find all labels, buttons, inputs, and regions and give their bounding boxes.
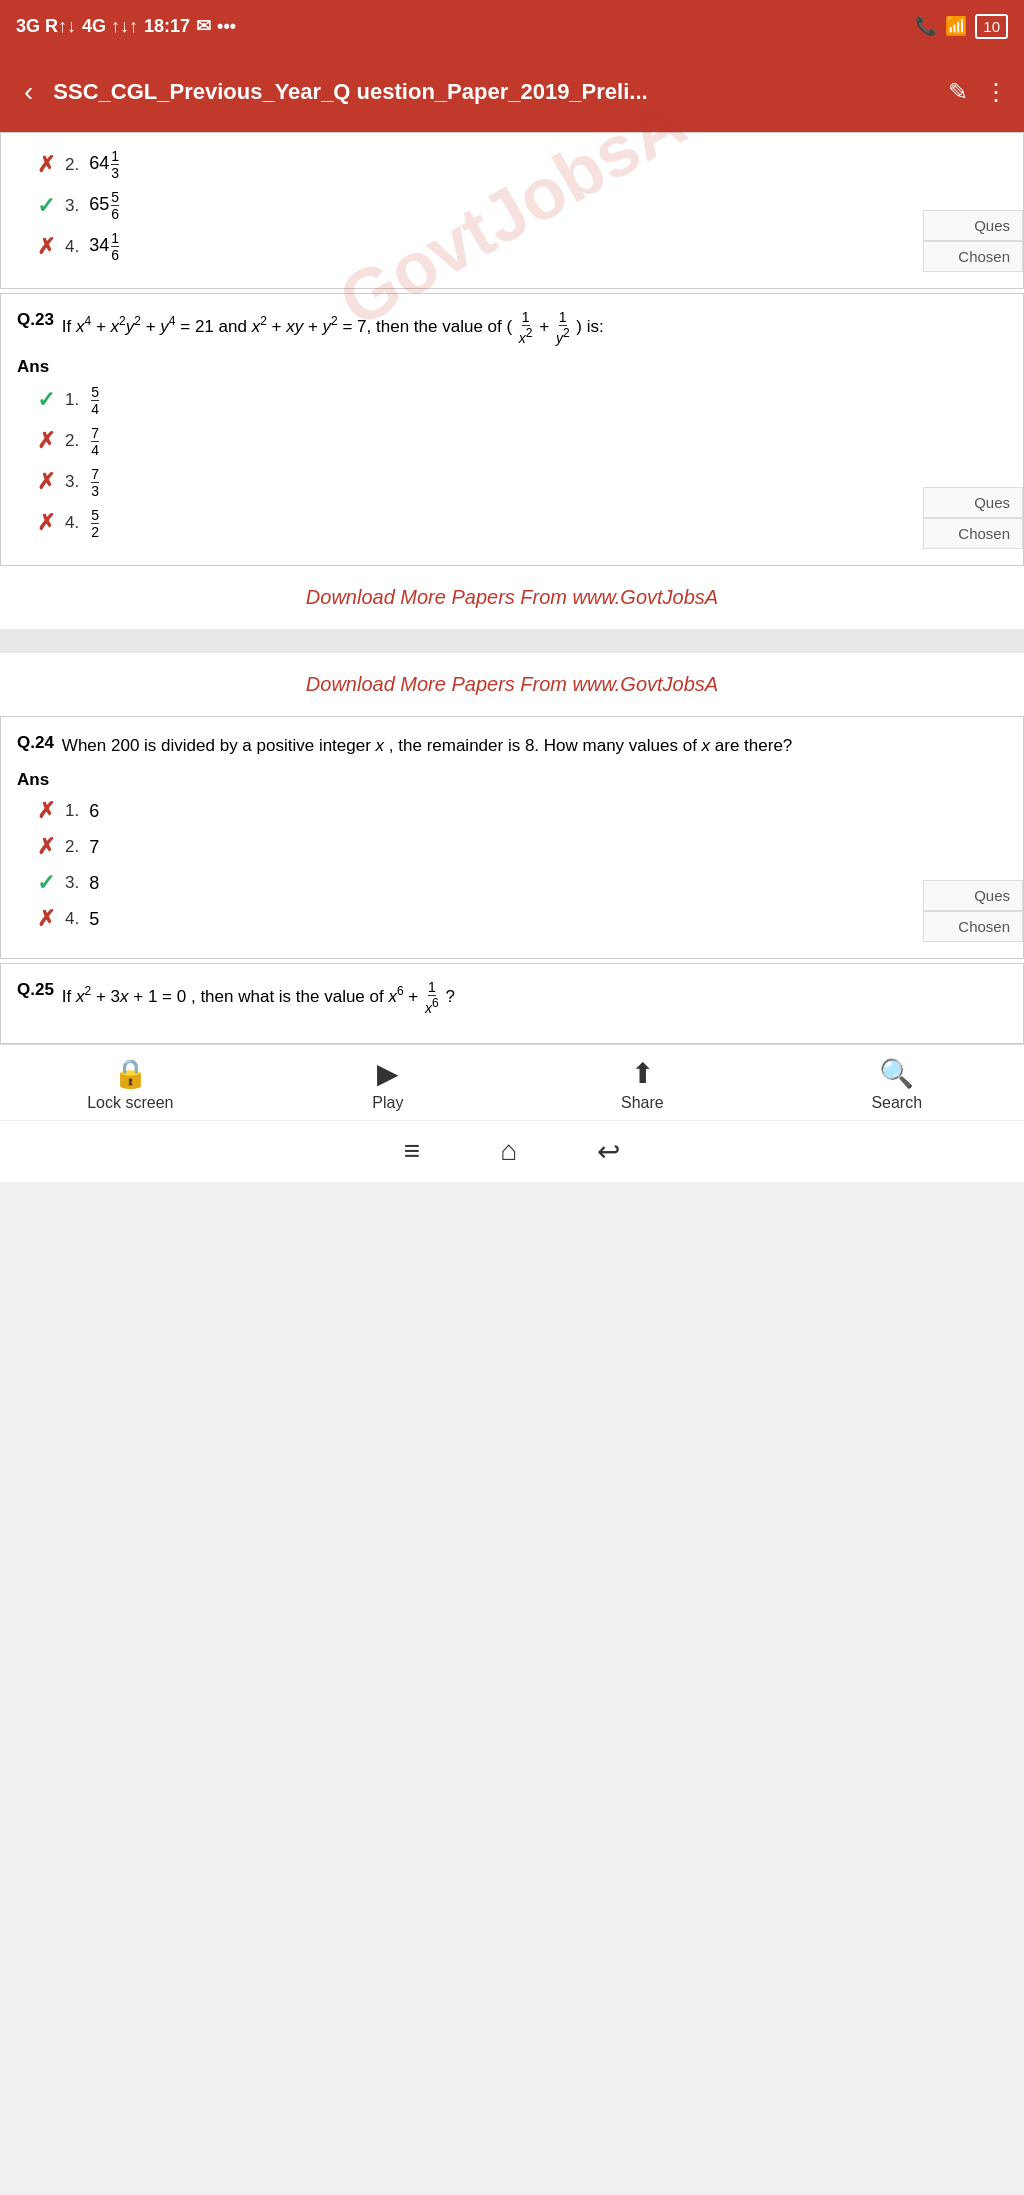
q25-text: If x2 + 3x + 1 = 0 , then what is the va… xyxy=(62,980,455,1015)
q24-options: ✗ 1. 6 ✗ 2. 7 ✓ 3. 8 ✗ 4. 5 xyxy=(17,798,1007,932)
section-divider xyxy=(0,629,1024,653)
back-button[interactable]: ‹ xyxy=(16,72,41,112)
ques-label: Ques xyxy=(923,487,1023,518)
q24-text: When 200 is divided by a positive intege… xyxy=(62,733,792,759)
menu-nav-icon[interactable]: ≡ xyxy=(404,1135,420,1167)
share-label: Share xyxy=(621,1094,664,1112)
wrong-mark-icon: ✗ xyxy=(37,234,55,260)
q23-text: If x4 + x2y2 + y4 = 21 and x2 + xy + y2 … xyxy=(62,310,604,345)
wrong-mark-icon: ✗ xyxy=(37,469,55,495)
q22-side-info: Ques Chosen xyxy=(923,210,1023,272)
q22-options: ✗ 2. 6413 ✓ 3. 6556 ✗ 4. 3416 xyxy=(17,149,1007,262)
battery-indicator: 10 xyxy=(975,14,1008,39)
ques-label: Ques xyxy=(923,210,1023,241)
question-25-block: Q.25 If x2 + 3x + 1 = 0 , then what is t… xyxy=(0,963,1024,1044)
list-item: ✗ 3. 73 xyxy=(37,467,1007,498)
list-item: ✗ 2. 6413 xyxy=(37,149,1007,180)
search-button[interactable]: 🔍 Search xyxy=(857,1057,937,1112)
home-nav-icon[interactable]: ⌂ xyxy=(500,1135,517,1167)
list-item: ✓ 3. 6556 xyxy=(37,190,1007,221)
question-24-block: Q.24 When 200 is divided by a positive i… xyxy=(0,716,1024,960)
list-item: ✗ 2. 74 xyxy=(37,426,1007,457)
download-banner-2: Download More Papers From www.GovtJobsA xyxy=(0,653,1024,716)
phone-icon: 📞 xyxy=(915,15,937,37)
share-button[interactable]: ⬆ Share xyxy=(602,1057,682,1112)
wrong-mark-icon: ✗ xyxy=(37,906,55,932)
correct-mark-icon: ✓ xyxy=(37,193,55,219)
search-icon: 🔍 xyxy=(879,1057,914,1090)
network-4g: 4G ↑↓↑ xyxy=(82,16,138,37)
wifi-icon: 📶 xyxy=(945,15,967,37)
list-item: ✗ 4. 3416 xyxy=(37,231,1007,262)
status-right-icons: 📞 📶 10 xyxy=(915,14,1008,39)
download-banner-1: Download More Papers From www.GovtJobsA xyxy=(0,566,1024,629)
correct-mark-icon: ✓ xyxy=(37,387,55,413)
q23-options: ✓ 1. 54 ✗ 2. 74 ✗ 3. 73 ✗ 4. 52 xyxy=(17,385,1007,539)
q24-side-info: Ques Chosen xyxy=(923,880,1023,942)
q23-side-info: Ques Chosen xyxy=(923,487,1023,549)
wrong-mark-icon: ✗ xyxy=(37,428,55,454)
question-22-block: GovtJobsA ✗ 2. 6413 ✓ 3. 6556 ✗ 4. 3416 … xyxy=(0,132,1024,289)
content-area: GovtJobsA ✗ 2. 6413 ✓ 3. 6556 ✗ 4. 3416 … xyxy=(0,132,1024,1044)
chosen-label: Chosen xyxy=(923,241,1023,272)
q25-number: Q.25 xyxy=(17,980,54,1000)
lock-screen-button[interactable]: 🔒 Lock screen xyxy=(87,1057,173,1112)
edit-icon[interactable]: ✎ xyxy=(948,78,968,106)
ans-label: Ans xyxy=(17,770,1007,790)
list-item: ✗ 4. 5 xyxy=(37,906,1007,932)
ques-label: Ques xyxy=(923,880,1023,911)
list-item: ✓ 1. 54 xyxy=(37,385,1007,416)
chosen-label: Chosen xyxy=(923,518,1023,549)
status-time: 18:17 xyxy=(144,16,190,37)
play-icon: ▶ xyxy=(377,1057,399,1090)
list-item: ✗ 1. 6 xyxy=(37,798,1007,824)
search-label: Search xyxy=(871,1094,922,1112)
wrong-mark-icon: ✗ xyxy=(37,152,55,178)
play-button[interactable]: ▶ Play xyxy=(348,1057,428,1112)
q24-question-line: Q.24 When 200 is divided by a positive i… xyxy=(17,733,1007,759)
app-header: ‹ SSC_CGL_Previous_Year_Q uestion_Paper_… xyxy=(0,52,1024,132)
play-label: Play xyxy=(372,1094,403,1112)
ans-label: Ans xyxy=(17,357,1007,377)
document-title: SSC_CGL_Previous_Year_Q uestion_Paper_20… xyxy=(53,78,936,107)
battery-level: 10 xyxy=(983,18,1000,35)
back-nav-icon[interactable]: ↩ xyxy=(597,1135,620,1168)
list-item: ✗ 2. 7 xyxy=(37,834,1007,860)
lock-screen-label: Lock screen xyxy=(87,1094,173,1112)
lock-screen-icon: 🔒 xyxy=(113,1057,148,1090)
bottom-navigation: 🔒 Lock screen ▶ Play ⬆ Share 🔍 Search xyxy=(0,1044,1024,1120)
q25-question-line: Q.25 If x2 + 3x + 1 = 0 , then what is t… xyxy=(17,980,1007,1015)
share-icon: ⬆ xyxy=(631,1057,654,1090)
list-item: ✗ 4. 52 xyxy=(37,508,1007,539)
list-item: ✓ 3. 8 xyxy=(37,870,1007,896)
q23-number: Q.23 xyxy=(17,310,54,330)
question-23-block: Q.23 If x4 + x2y2 + y4 = 21 and x2 + xy … xyxy=(0,293,1024,566)
status-dots: ••• xyxy=(217,16,236,37)
q24-number: Q.24 xyxy=(17,733,54,753)
q23-question-line: Q.23 If x4 + x2y2 + y4 = 21 and x2 + xy … xyxy=(17,310,1007,345)
status-bar: 3G R↑↓ 4G ↑↓↑ 18:17 ✉ ••• 📞 📶 10 xyxy=(0,0,1024,52)
wrong-mark-icon: ✗ xyxy=(37,510,55,536)
header-action-icons: ✎ ⋮ xyxy=(948,78,1008,106)
wrong-mark-icon: ✗ xyxy=(37,834,55,860)
wrong-mark-icon: ✗ xyxy=(37,798,55,824)
mail-icon: ✉ xyxy=(196,15,211,37)
correct-mark-icon: ✓ xyxy=(37,870,55,896)
chosen-label: Chosen xyxy=(923,911,1023,942)
status-network: 3G R↑↓ 4G ↑↓↑ 18:17 ✉ ••• xyxy=(16,15,236,37)
system-nav-bar: ≡ ⌂ ↩ xyxy=(0,1120,1024,1182)
network-3g: 3G R↑↓ xyxy=(16,16,76,37)
more-options-icon[interactable]: ⋮ xyxy=(984,78,1008,106)
